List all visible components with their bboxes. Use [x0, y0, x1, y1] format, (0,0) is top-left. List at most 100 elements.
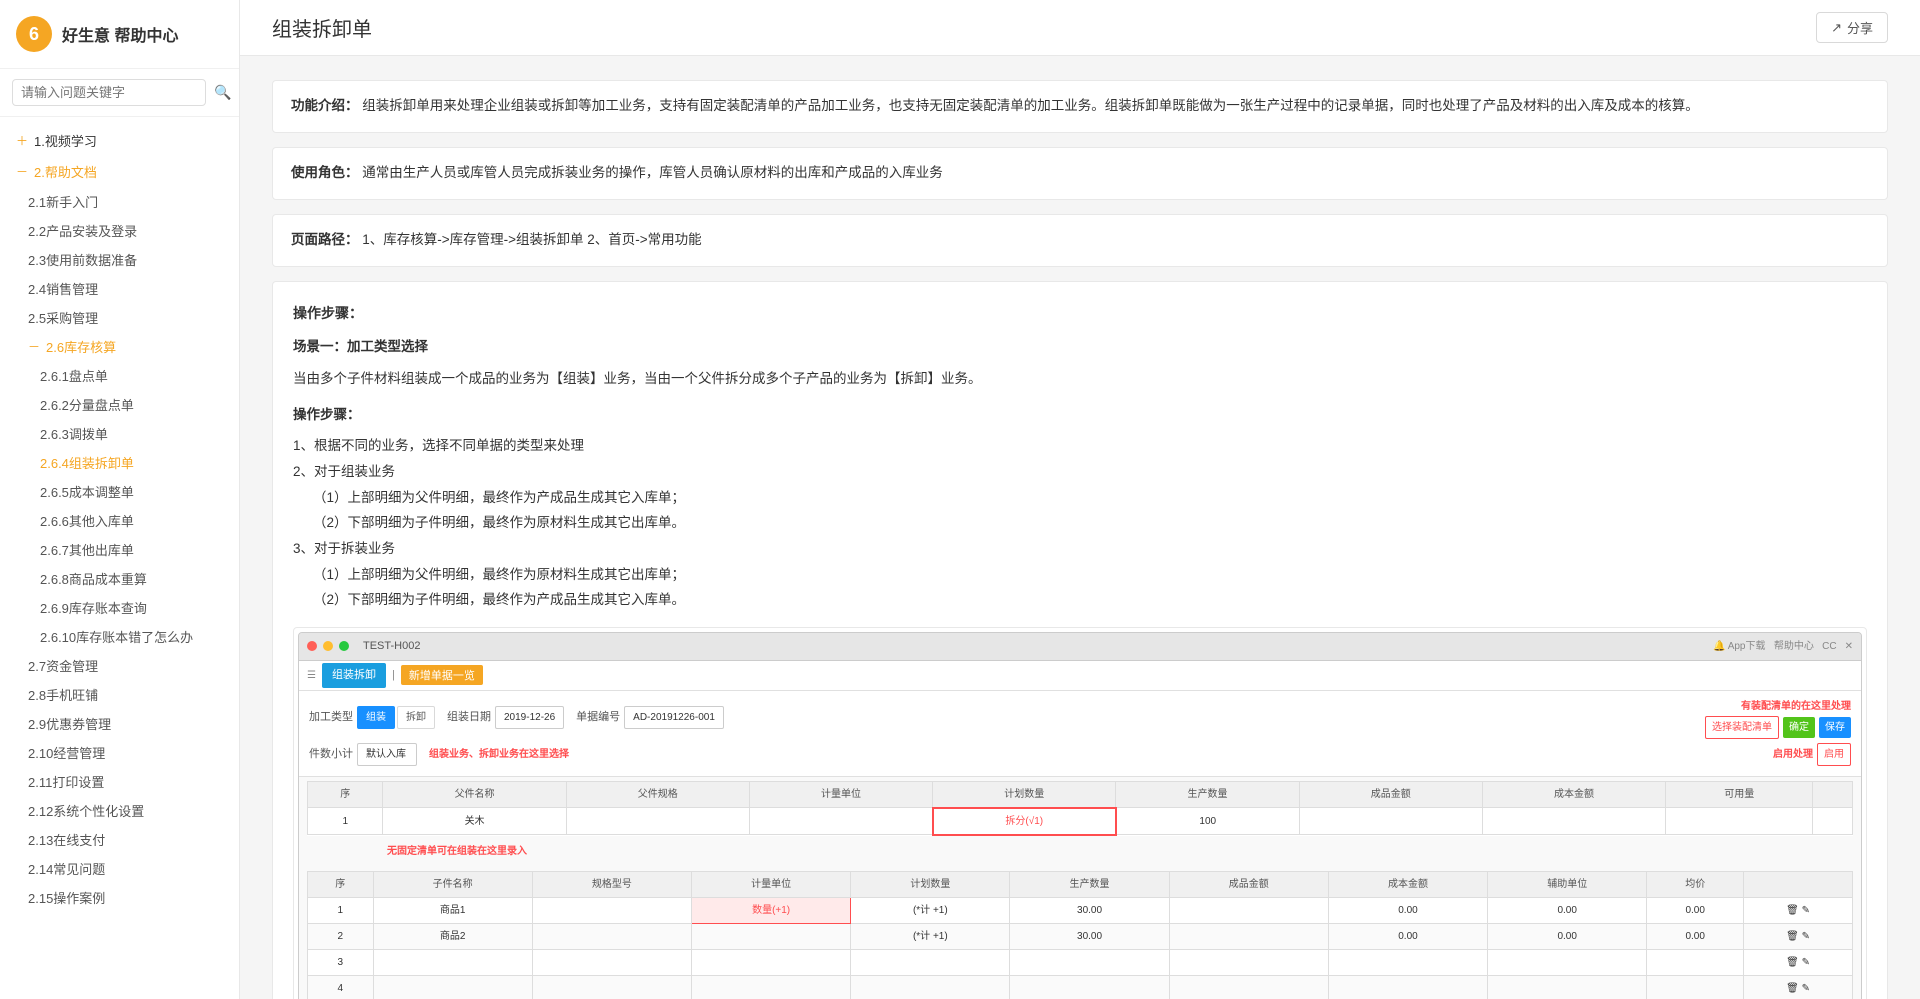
sub-col-unit: 计量单位 — [692, 871, 851, 897]
col-cost-amt: 成本金额 — [1482, 781, 1665, 808]
sidebar-item-stocktake[interactable]: 2.6.1盘点单 — [40, 361, 239, 390]
sidebar-item-customize[interactable]: 2.12系统个性化设置 — [28, 796, 239, 825]
step2-2: （2）下部明细为子件明细，最终作为原材料生成其它出库单。 — [293, 510, 1867, 536]
sidebar-item-faq[interactable]: 2.14常见问题 — [28, 854, 239, 883]
nav-list: ＋ 1.视频学习 － 2.帮助文档 2.1新手入门 2.2产品安装及登录 2.3… — [0, 117, 239, 999]
mockup-upper-table-area: 序 父件名称 父件规格 计量单位 计划数量 生产数量 成品金额 成本金额 可用量 — [299, 777, 1861, 867]
sub-col-prod: 生产数量 — [1010, 871, 1169, 897]
step2-1: （1）上部明细为父件明细，最终作为产成品生成其它入库单； — [293, 485, 1867, 511]
sidebar-item-video[interactable]: ＋ 1.视频学习 — [0, 125, 239, 156]
form-docno-label: 单据编号 — [576, 707, 620, 728]
sidebar-item-install[interactable]: 2.2产品安装及登录 — [28, 216, 239, 245]
form-docno-value[interactable]: AD-20191226-001 — [624, 706, 724, 729]
mockup-tab2: | — [392, 665, 395, 686]
top-bar: 组装拆卸单 ↗ 分享 — [240, 0, 1920, 56]
mockup-nav-icon: ☰ — [307, 666, 316, 685]
search-input[interactable] — [12, 79, 206, 106]
sidebar-item-coupon[interactable]: 2.9优惠券管理 — [28, 709, 239, 738]
docs-sub: 2.1新手入门 2.2产品安装及登录 2.3使用前数据准备 2.4销售管理 2.… — [0, 187, 239, 912]
enable-btn[interactable]: 启用 — [1817, 743, 1851, 766]
minus-icon-inv: － — [28, 338, 40, 355]
mockup-newdoc-btn[interactable]: 新增单据一览 — [401, 665, 483, 685]
sidebar-item-partstock[interactable]: 2.6.2分量盘点单 — [40, 390, 239, 419]
step3: 3、对于拆装业务 — [293, 536, 1867, 562]
table-row: 1 关木 拆分(√1) 100 — [308, 808, 1853, 835]
qty-cell-annotated[interactable]: 拆分(√1) — [933, 808, 1116, 835]
mockup-close-icon: ✕ — [1845, 637, 1853, 656]
sub-col-price: 均价 — [1647, 871, 1744, 897]
sidebar-item-print[interactable]: 2.11打印设置 — [28, 767, 239, 796]
col-prod-amt: 成品金额 — [1299, 781, 1482, 808]
sidebar-item-inventory-label: 2.6库存核算 — [46, 337, 116, 356]
form-date-value[interactable]: 2019-12-26 — [495, 706, 564, 729]
sub-col-spec: 规格型号 — [532, 871, 691, 897]
path-block: 页面路径： 1、库存核算->库存管理->组装拆卸单 2、首页->常用功能 — [272, 214, 1888, 267]
sidebar-item-funds[interactable]: 2.7资金管理 — [28, 651, 239, 680]
sidebar-item-ops[interactable]: 2.10经营管理 — [28, 738, 239, 767]
content-area: 功能介绍： 组装拆卸单用来处理企业组装或拆卸等加工业务，支持有固定装配清单的产品… — [240, 56, 1920, 999]
sidebar-item-costrecalc[interactable]: 2.6.8商品成本重算 — [40, 564, 239, 593]
sidebar-item-inbound[interactable]: 2.6.6其他入库单 — [40, 506, 239, 535]
mockup-window: TEST-H002 🔔 App下载 帮助中心 CC ✕ ☰ 组装拆卸 | 新增单… — [298, 632, 1862, 999]
path-label: 页面路径： — [291, 232, 359, 247]
sub-col-name: 子件名称 — [373, 871, 532, 897]
scene1-title: 场景一：加工类型选择 — [293, 334, 1867, 360]
plus-icon: ＋ — [16, 132, 28, 149]
sidebar-item-newbie[interactable]: 2.1新手入门 — [28, 187, 239, 216]
screenshot-container: TEST-H002 🔔 App下载 帮助中心 CC ✕ ☰ 组装拆卸 | 新增单… — [293, 627, 1867, 999]
sidebar-item-payment[interactable]: 2.13在线支付 — [28, 825, 239, 854]
sub-col-seq: 序 — [308, 871, 374, 897]
app-logo: 6 — [16, 16, 52, 52]
share-button[interactable]: ↗ 分享 — [1816, 12, 1888, 43]
annotation3-text: 启用处理 — [1773, 745, 1813, 764]
path-text: 1、库存核算->库存管理->组装拆卸单 2、首页->常用功能 — [362, 232, 701, 247]
sidebar-item-inventory[interactable]: － 2.6库存核算 — [28, 332, 239, 361]
sidebar-item-docs-label: 2.帮助文档 — [34, 162, 97, 181]
annotation4-text: 无固定清单可在组装在这里录入 — [307, 842, 1853, 861]
sub-col-prodamt: 成品金额 — [1169, 871, 1328, 897]
mockup-new-tab[interactable]: 组装拆卸 — [322, 663, 386, 688]
col-parent-name: 父件名称 — [383, 781, 566, 808]
form-count-value[interactable]: 默认入库 — [357, 743, 417, 766]
sidebar: 6 好生意 帮助中心 🔍 ＋ 1.视频学习 － 2.帮助文档 2.1新手入门 2… — [0, 0, 240, 999]
confirm-action-btn[interactable]: 确定 — [1783, 717, 1815, 738]
sidebar-item-cases[interactable]: 2.15操作案例 — [28, 883, 239, 912]
sidebar-item-outbound[interactable]: 2.6.7其他出库单 — [40, 535, 239, 564]
role-text: 通常由生产人员或库管人员完成拆装业务的操作，库管人员确认原材料的出库和产成品的入… — [362, 165, 943, 180]
intro-label: 功能介绍： — [291, 98, 359, 113]
sidebar-item-purchase[interactable]: 2.5采购管理 — [28, 303, 239, 332]
sidebar-item-ledgererror[interactable]: 2.6.10库存账本错了怎么办 — [40, 622, 239, 651]
page-title: 组装拆卸单 — [272, 13, 372, 42]
app-name: 好生意 帮助中心 — [62, 22, 178, 46]
search-area: 🔍 — [0, 69, 239, 117]
sub-qty-annotated[interactable]: 数量(+1) — [692, 897, 851, 923]
sub-table-row: 3 🗑 ✎ — [308, 949, 1853, 975]
col-plan-qty: 计划数量 — [933, 781, 1116, 808]
sidebar-item-costadjust[interactable]: 2.6.5成本调整单 — [40, 477, 239, 506]
ops-title: 操作步骤： — [293, 300, 1867, 327]
share-label: 分享 — [1847, 18, 1873, 37]
save-btn[interactable]: 保存 — [1819, 717, 1851, 738]
sub-col-plan: 计划数量 — [851, 871, 1010, 897]
type-assembly-btn[interactable]: 组装 — [357, 706, 395, 729]
type-disassemble-btn[interactable]: 拆卸 — [397, 706, 435, 729]
sidebar-item-docs[interactable]: － 2.帮助文档 — [0, 156, 239, 187]
sub-col-action — [1744, 871, 1853, 897]
step3-2: （2）下部明细为子件明细，最终作为产成品生成其它入库单。 — [293, 587, 1867, 613]
sidebar-item-sales[interactable]: 2.4销售管理 — [28, 274, 239, 303]
mockup-lower-table-area: 序 子件名称 规格型号 计量单位 计划数量 生产数量 成品金额 成本金额 辅助单… — [299, 867, 1861, 999]
sidebar-item-ledger[interactable]: 2.6.9库存账本查询 — [40, 593, 239, 622]
annotation2-text: 组装业务、拆卸业务在这里选择 — [429, 745, 569, 764]
mockup-lower-table: 序 子件名称 规格型号 计量单位 计划数量 生产数量 成品金额 成本金额 辅助单… — [307, 871, 1853, 999]
sidebar-item-assembly[interactable]: 2.6.4组装拆卸单 — [40, 448, 239, 477]
mockup-topbar-icons: 🔔 App下载 帮助中心 CC — [1713, 637, 1837, 656]
minus-icon: － — [16, 163, 28, 180]
sidebar-item-mobile[interactable]: 2.8手机旺铺 — [28, 680, 239, 709]
search-button[interactable]: 🔍 — [210, 80, 235, 105]
sidebar-item-transfer[interactable]: 2.6.3调拨单 — [40, 419, 239, 448]
col-unit: 计量单位 — [749, 781, 932, 808]
intro-block: 功能介绍： 组装拆卸单用来处理企业组装或拆卸等加工业务，支持有固定装配清单的产品… — [272, 80, 1888, 133]
sidebar-item-dataprep[interactable]: 2.3使用前数据准备 — [28, 245, 239, 274]
step1: 1、根据不同的业务，选择不同单据的类型来处理 — [293, 433, 1867, 459]
confirm-btn-annotated[interactable]: 选择装配清单 — [1705, 716, 1779, 739]
